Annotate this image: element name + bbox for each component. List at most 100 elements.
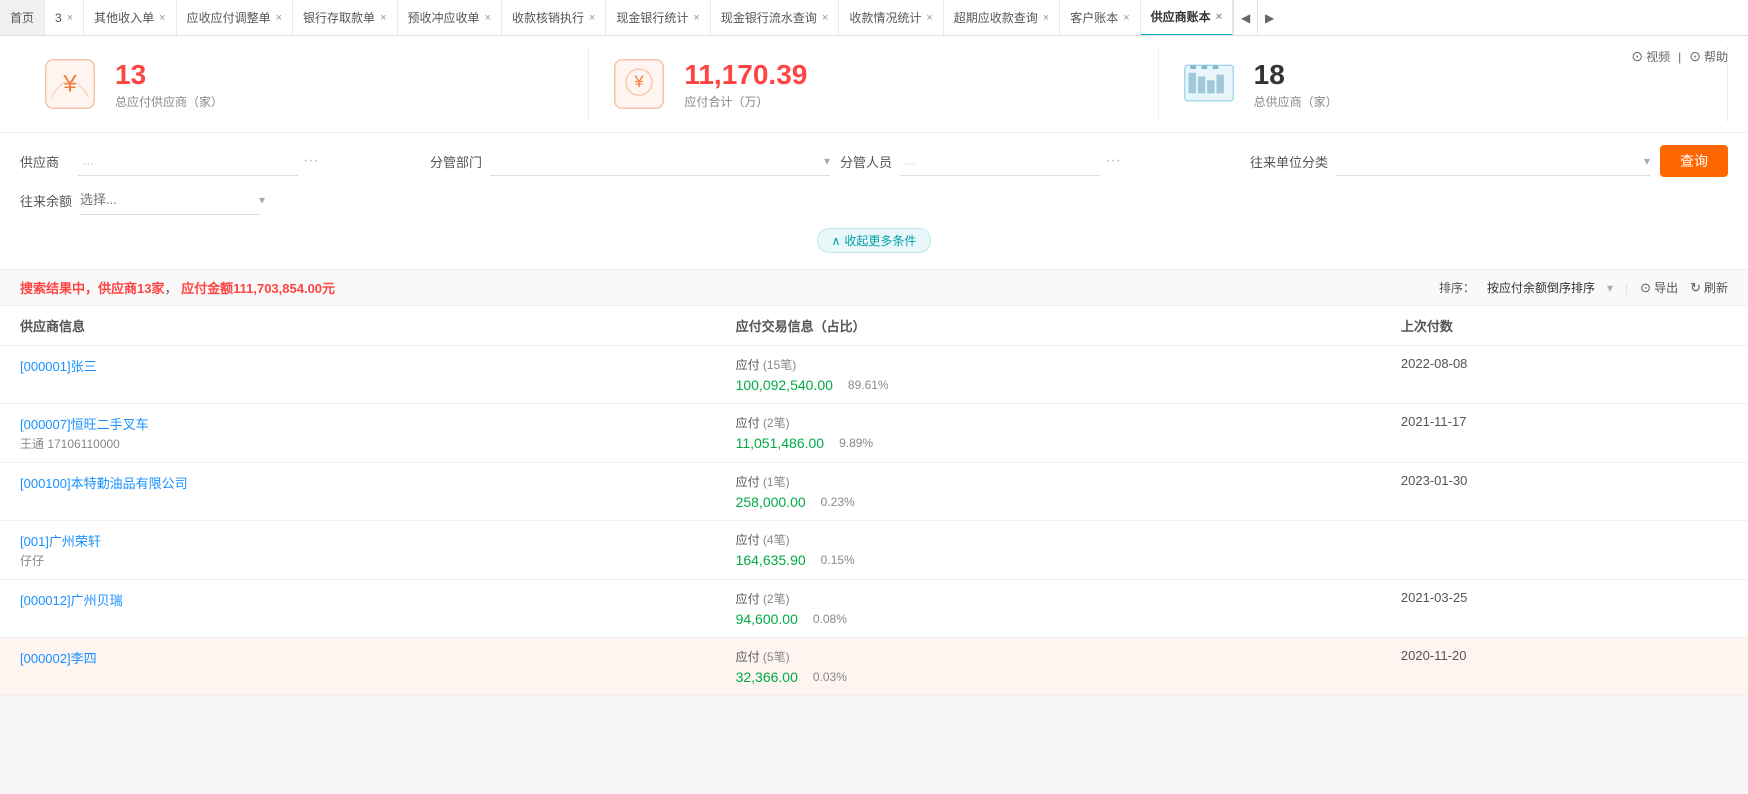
payable-amount-link[interactable]: 11,051,486.00 <box>736 435 825 451</box>
nav-tab-bank-close[interactable]: × <box>380 12 386 24</box>
nav-tab-home-label: 首页 <box>10 9 34 26</box>
supplier-link[interactable]: [000007]恒旺二手叉车 <box>20 417 149 432</box>
nav-tab-adjust-close[interactable]: × <box>276 12 282 24</box>
balance-filter-wrap[interactable]: ▾ <box>80 185 260 215</box>
filter-category: 往来单位分类 ▾ <box>1250 146 1650 176</box>
nav-tab-cash-flow[interactable]: 现金银行流水查询 × <box>711 0 839 36</box>
top-right-links: ⊙ 视频 | ⊙ 帮助 <box>1631 48 1728 65</box>
supplier-data-table: 供应商信息 应付交易信息（占比） 上次付数 [000001]张三应付 (15笔)… <box>0 306 1748 696</box>
payable-amount-link[interactable]: 258,000.00 <box>736 494 806 510</box>
nav-tab-customer-ledger-close[interactable]: × <box>1123 12 1129 24</box>
supplier-filter-input[interactable] <box>78 146 298 176</box>
payable-type-label: 应付 <box>736 416 763 430</box>
nav-tab-supplier-ledger-close[interactable]: × <box>1216 11 1222 23</box>
nav-tab-other-income[interactable]: 其他收入单 × <box>84 0 176 36</box>
query-button[interactable]: 查询 <box>1660 145 1728 177</box>
nav-tab-3-close[interactable]: × <box>67 12 73 24</box>
payable-info-cell: 应付 (4笔)164,635.900.15% <box>716 521 1381 580</box>
refresh-button[interactable]: ↻ 刷新 <box>1690 279 1728 296</box>
supplier-link[interactable]: [000001]张三 <box>20 359 97 374</box>
payable-count-label: (15笔) <box>763 358 796 372</box>
collapse-button[interactable]: ∧ 收起更多条件 <box>817 228 932 253</box>
payable-count-label: (2笔) <box>763 416 790 430</box>
sort-chevron-icon[interactable]: ▾ <box>1607 281 1613 295</box>
video-label: 视频 <box>1646 48 1670 65</box>
category-chevron-icon[interactable]: ▾ <box>1644 154 1650 168</box>
th-last-payment: 上次付数 <box>1381 306 1748 346</box>
nav-tab-bank[interactable]: 银行存取款单 × <box>293 0 397 36</box>
person-filter-dots[interactable]: ··· <box>1105 152 1121 170</box>
nav-tab-advance-recv[interactable]: 预收冲应收单 × <box>398 0 502 36</box>
result-prefix: 搜索结果中，供应商13家 <box>20 281 164 296</box>
nav-tab-customer-ledger[interactable]: 客户账本 × <box>1060 0 1140 36</box>
supplier-info-cell: [000007]恒旺二手叉车王通 17106110000 <box>0 404 716 463</box>
supplier-link[interactable]: [000012]广州贝瑞 <box>20 593 123 608</box>
nav-tab-adjust[interactable]: 应收应付调整单 × <box>177 0 293 36</box>
supplier-link[interactable]: [000100]本特勤油品有限公司 <box>20 476 188 491</box>
nav-tab-recv-stat-close[interactable]: × <box>926 12 932 24</box>
question-icon: ⊙ <box>1689 48 1701 65</box>
collapse-label: 收起更多条件 <box>844 232 916 249</box>
nav-tab-cash-stat[interactable]: 现金银行统计 × <box>606 0 710 36</box>
nav-tab-other-income-close[interactable]: × <box>159 12 165 24</box>
payable-amount-link[interactable]: 94,600.00 <box>736 611 798 627</box>
dept-filter-input[interactable] <box>490 153 821 168</box>
nav-tab-supplier-ledger[interactable]: 供应商账本 × <box>1141 0 1233 36</box>
total-suppliers-icon <box>1179 54 1239 114</box>
nav-tab-advance-recv-close[interactable]: × <box>485 12 491 24</box>
supplier-info-cell: [000012]广州贝瑞 <box>0 580 716 638</box>
nav-prev-button[interactable]: ◀ <box>1233 0 1257 36</box>
balance-filter-input[interactable] <box>80 192 256 207</box>
nav-tab-overdue-close[interactable]: × <box>1043 12 1049 24</box>
stats-bar: ¥ 13 总应付供应商（家） ¥ 11,170.39 应付合计（万） <box>0 36 1748 133</box>
payable-amount-link[interactable]: 100,092,540.00 <box>736 377 833 393</box>
export-button[interactable]: ⊙ 导出 <box>1640 279 1678 296</box>
supplier-sub-info: 仔仔 <box>20 552 696 569</box>
video-link[interactable]: ⊙ 视频 <box>1631 48 1670 65</box>
help-label: 帮助 <box>1704 48 1728 65</box>
stat-payable-amount: ¥ 11,170.39 应付合计（万） <box>589 46 1158 122</box>
payable-count-label: (4笔) <box>763 533 790 547</box>
sort-value[interactable]: 按应付余额倒序排序 <box>1487 279 1595 296</box>
filter-dept: 分管部门 ▾ <box>430 146 830 176</box>
payable-percent: 0.15% <box>821 553 855 567</box>
nav-tab-cash-flow-label: 现金银行流水查询 <box>721 9 817 26</box>
payable-amount-icon: ¥ <box>609 54 669 114</box>
filter-person: 分管人员 ··· <box>840 146 1240 176</box>
stat-payable-amount-content: 11,170.39 应付合计（万） <box>684 58 807 111</box>
supplier-link[interactable]: [000002]李四 <box>20 651 97 666</box>
nav-tab-recv-stat[interactable]: 收款情况统计 × <box>839 0 943 36</box>
stat-payable-suppliers: ¥ 13 总应付供应商（家） <box>20 46 589 122</box>
payable-count-label: (5笔) <box>763 650 790 664</box>
payable-amount-link[interactable]: 164,635.90 <box>736 552 806 568</box>
person-filter-input[interactable] <box>900 146 1100 176</box>
supplier-filter-dots[interactable]: ··· <box>303 152 319 170</box>
category-filter-wrap[interactable]: ▾ <box>1336 146 1650 176</box>
payable-amount-link[interactable]: 32,366.00 <box>736 669 798 685</box>
collapse-up-icon: ∧ <box>832 234 841 248</box>
help-link[interactable]: ⊙ 帮助 <box>1689 48 1728 65</box>
filter-row-1: 供应商 ··· 分管部门 ▾ 分管人员 ··· 往来单位分类 ▾ 查询 <box>20 145 1728 177</box>
nav-tab-home[interactable]: 首页 <box>0 0 45 36</box>
category-filter-input[interactable] <box>1336 153 1641 168</box>
nav-tab-cash-stat-close[interactable]: × <box>693 12 699 24</box>
total-suppliers-count: 18 <box>1254 58 1338 92</box>
payable-type-label: 应付 <box>736 592 763 606</box>
payable-info-cell: 应付 (1笔)258,000.000.23% <box>716 463 1381 521</box>
supplier-link[interactable]: [001]广州荣轩 <box>20 534 101 549</box>
balance-filter-label: 往来余额 <box>20 191 72 210</box>
payable-percent: 89.61% <box>848 378 889 392</box>
balance-chevron-icon[interactable]: ▾ <box>259 193 265 207</box>
dept-filter-wrap[interactable]: ▾ <box>490 146 830 176</box>
dept-chevron-icon[interactable]: ▾ <box>824 154 830 168</box>
payable-percent: 0.08% <box>813 612 847 626</box>
payable-count-label: (1笔) <box>763 475 790 489</box>
nav-tab-overdue[interactable]: 超期应收款查询 × <box>944 0 1060 36</box>
data-table-wrap: 供应商信息 应付交易信息（占比） 上次付数 [000001]张三应付 (15笔)… <box>0 306 1748 696</box>
nav-tab-cash-flow-close[interactable]: × <box>822 12 828 24</box>
nav-tab-verify[interactable]: 收款核销执行 × <box>502 0 606 36</box>
nav-tab-3[interactable]: 3 × <box>45 0 84 36</box>
circle-play-icon: ⊙ <box>1631 48 1643 65</box>
nav-tab-verify-close[interactable]: × <box>589 12 595 24</box>
nav-next-button[interactable]: ▶ <box>1257 0 1281 36</box>
